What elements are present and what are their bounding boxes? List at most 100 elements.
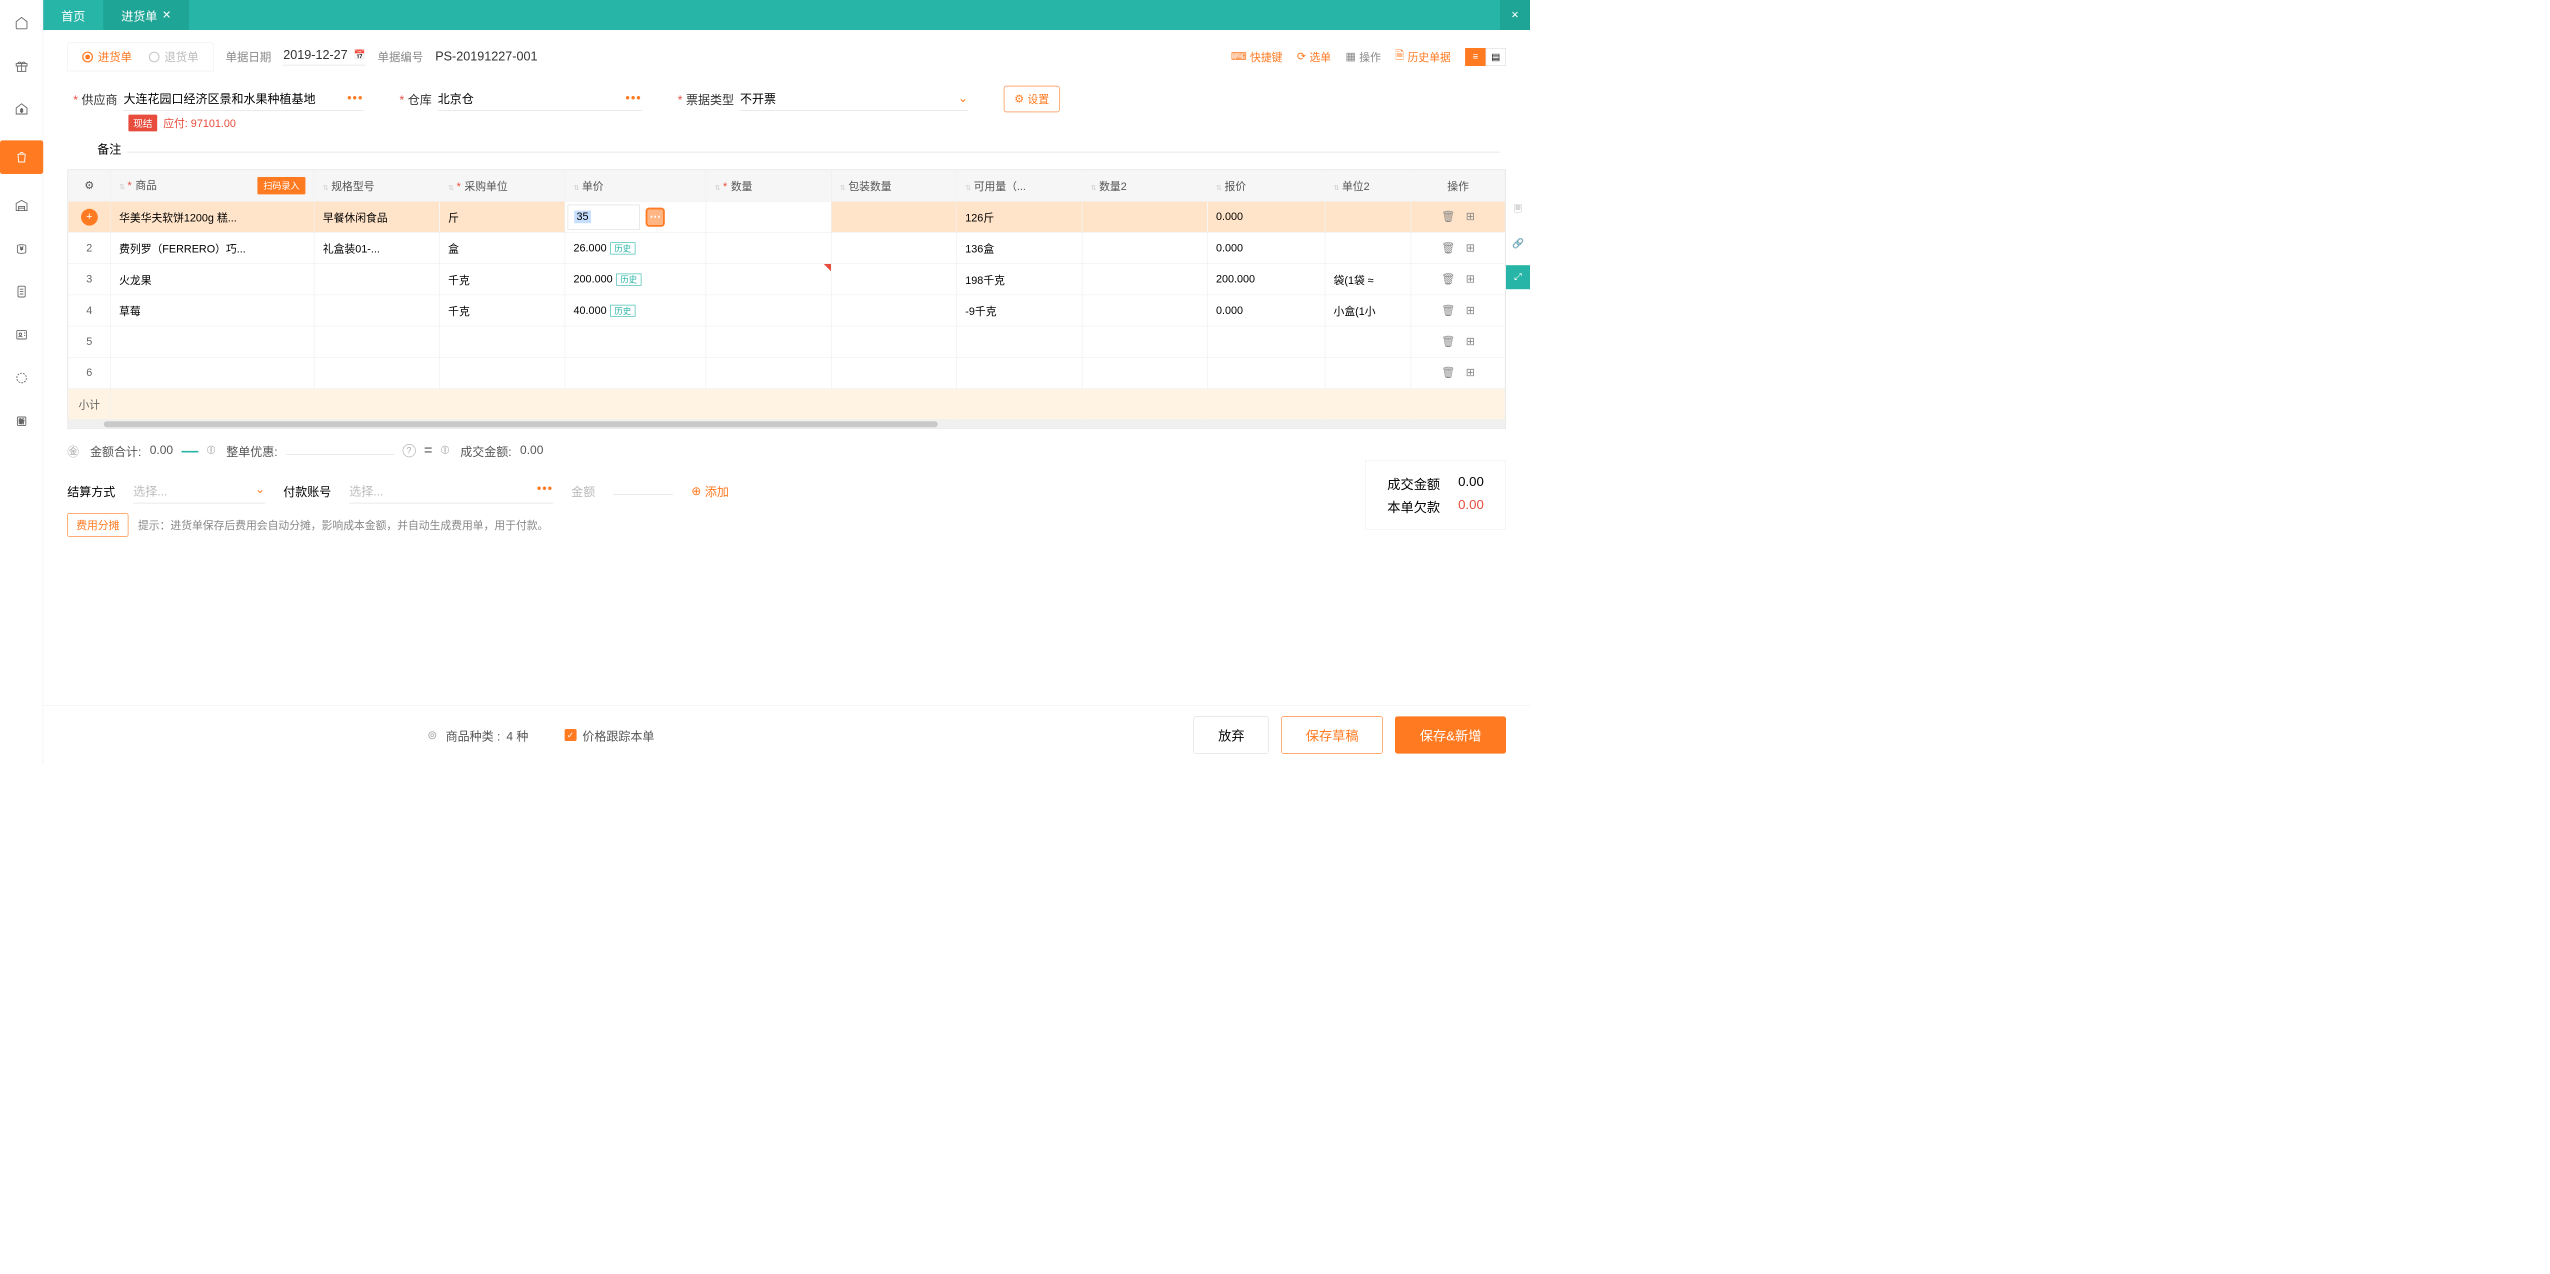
rail-note-icon[interactable]: 🗏 bbox=[1506, 198, 1530, 222]
cell-product[interactable] bbox=[110, 326, 314, 357]
close-icon[interactable]: ✕ bbox=[162, 9, 171, 22]
cell-avail[interactable] bbox=[957, 357, 1082, 388]
view-list-icon[interactable]: ≡ bbox=[1465, 48, 1485, 66]
cell-quote[interactable]: 200.000 bbox=[1207, 264, 1325, 295]
col-pack[interactable]: ⇅包装数量 bbox=[831, 170, 956, 201]
cell-spec[interactable]: 早餐休闲食品 bbox=[314, 201, 439, 232]
cell-pack[interactable] bbox=[831, 233, 956, 264]
allocation-button[interactable]: 费用分摊 bbox=[67, 513, 128, 537]
col-qty[interactable]: ⇅*数量 bbox=[706, 170, 831, 201]
gear-icon[interactable]: ⚙ bbox=[68, 170, 110, 201]
cell-avail[interactable]: 198千克 bbox=[957, 264, 1082, 295]
price-more-button[interactable]: ⋯ bbox=[646, 207, 665, 226]
cell-unit[interactable]: 千克 bbox=[439, 295, 564, 326]
note-input[interactable] bbox=[127, 145, 1500, 153]
select-order-button[interactable]: ⟳选单 bbox=[1297, 49, 1331, 65]
cell-price[interactable] bbox=[565, 326, 706, 357]
shortcut-button[interactable]: ⌨快捷键 bbox=[1231, 49, 1283, 65]
delete-row-icon[interactable]: 🗑 bbox=[1441, 211, 1455, 224]
invoice-select[interactable]: 不开票 ⌄ bbox=[740, 86, 968, 111]
cell-product[interactable]: 火龙果 bbox=[110, 264, 314, 295]
table-row[interactable]: 6 🗑⊞ bbox=[68, 357, 1505, 388]
radio-purchase[interactable]: 进货单 bbox=[82, 49, 132, 65]
cell-product[interactable]: 华美华夫软饼1200g 糕... bbox=[110, 201, 314, 232]
cell-price[interactable]: 40.000历史 bbox=[565, 295, 706, 326]
nav-warehouse-icon[interactable] bbox=[9, 193, 33, 217]
help-icon[interactable]: ? bbox=[402, 444, 415, 457]
cell-spec[interactable] bbox=[314, 295, 439, 326]
cell-quote[interactable]: 0.000 bbox=[1207, 233, 1325, 264]
pay-account-select[interactable]: 选择...••• bbox=[349, 478, 553, 503]
copy-row-icon[interactable]: ⊞ bbox=[1466, 273, 1475, 286]
cell-pack[interactable] bbox=[831, 201, 956, 232]
scan-button[interactable]: 扫码录入 bbox=[257, 177, 305, 194]
cell-avail[interactable]: 126斤 bbox=[957, 201, 1082, 232]
col-product[interactable]: ⇅*商品扫码录入 bbox=[110, 170, 314, 201]
nav-finance-icon[interactable]: ¥ bbox=[9, 236, 33, 260]
save-draft-button[interactable]: 保存草稿 bbox=[1281, 716, 1383, 753]
nav-gift-icon[interactable] bbox=[9, 54, 33, 78]
calendar-icon[interactable]: 📅 bbox=[354, 49, 366, 61]
table-row[interactable]: 2 费列罗（FERRERO）巧... 礼盒装01-... 盒 26.000历史 … bbox=[68, 233, 1505, 264]
nav-contact-icon[interactable] bbox=[9, 323, 33, 347]
copy-row-icon[interactable]: ⊞ bbox=[1466, 304, 1475, 317]
cell-qty2[interactable] bbox=[1082, 264, 1207, 295]
cell-quote[interactable] bbox=[1207, 357, 1325, 388]
cell-quote[interactable]: 0.000 bbox=[1207, 295, 1325, 326]
cell-pack[interactable] bbox=[831, 264, 956, 295]
radio-return[interactable]: 退货单 bbox=[149, 49, 199, 65]
delete-row-icon[interactable]: 🗑 bbox=[1441, 273, 1455, 286]
cell-avail[interactable] bbox=[957, 326, 1082, 357]
nav-report-icon[interactable] bbox=[9, 280, 33, 304]
cell-unit2[interactable] bbox=[1325, 357, 1411, 388]
cell-unit2[interactable] bbox=[1325, 233, 1411, 264]
tab-home[interactable]: 首页 bbox=[43, 0, 103, 30]
supplier-input[interactable]: 大连花园口经济区景和水果种植基地 ••• bbox=[123, 86, 363, 111]
chevron-down-icon[interactable]: ⌄ bbox=[958, 91, 968, 106]
cell-qty[interactable] bbox=[706, 264, 831, 295]
cell-price[interactable]: 35⋯ bbox=[565, 201, 706, 232]
table-row[interactable]: + 华美华夫软饼1200g 糕... 早餐休闲食品 斤 35⋯ 126斤 0.0… bbox=[68, 201, 1505, 232]
cell-pack[interactable] bbox=[831, 295, 956, 326]
history-button[interactable]: 🗎历史单据 bbox=[1395, 48, 1450, 66]
horizontal-scrollbar[interactable] bbox=[68, 420, 1506, 428]
delete-row-icon[interactable]: 🗑 bbox=[1441, 242, 1455, 255]
cell-qty2[interactable] bbox=[1082, 357, 1207, 388]
col-quote[interactable]: ⇅报价 bbox=[1207, 170, 1325, 201]
cell-spec[interactable] bbox=[314, 326, 439, 357]
cell-qty[interactable] bbox=[706, 201, 831, 232]
col-unit[interactable]: ⇅*采购单位 bbox=[439, 170, 564, 201]
cell-qty2[interactable] bbox=[1082, 326, 1207, 357]
copy-row-icon[interactable]: ⊞ bbox=[1466, 367, 1475, 380]
cell-unit2[interactable]: 小盒(1小 bbox=[1325, 295, 1411, 326]
nav-sale-icon[interactable]: $ bbox=[9, 97, 33, 121]
cell-qty2[interactable] bbox=[1082, 233, 1207, 264]
cell-unit[interactable]: 盒 bbox=[439, 233, 564, 264]
cell-product[interactable]: 费列罗（FERRERO）巧... bbox=[110, 233, 314, 264]
cell-unit[interactable] bbox=[439, 326, 564, 357]
col-unit2[interactable]: ⇅单位2 bbox=[1325, 170, 1411, 201]
cell-product[interactable] bbox=[110, 357, 314, 388]
table-row[interactable]: 3 火龙果 千克 200.000历史 198千克 200.000 袋(1袋 ≈ … bbox=[68, 264, 1505, 295]
cell-unit2[interactable] bbox=[1325, 201, 1411, 232]
pay-method-select[interactable]: 选择...⌄ bbox=[133, 478, 265, 503]
cell-price[interactable] bbox=[565, 357, 706, 388]
cell-quote[interactable] bbox=[1207, 326, 1325, 357]
tabs-close-all[interactable]: ✕ bbox=[1500, 0, 1530, 30]
history-tag[interactable]: 历史 bbox=[610, 305, 635, 317]
delete-row-icon[interactable]: 🗑 bbox=[1441, 335, 1455, 348]
delete-row-icon[interactable]: 🗑 bbox=[1441, 367, 1455, 380]
cell-product[interactable]: 草莓 bbox=[110, 295, 314, 326]
cell-qty[interactable] bbox=[706, 357, 831, 388]
col-avail[interactable]: ⇅可用量（... bbox=[957, 170, 1082, 201]
settings-button[interactable]: ⚙设置 bbox=[1004, 86, 1059, 112]
cell-qty[interactable] bbox=[706, 233, 831, 264]
cell-spec[interactable] bbox=[314, 357, 439, 388]
cell-unit[interactable]: 千克 bbox=[439, 264, 564, 295]
copy-row-icon[interactable]: ⊞ bbox=[1466, 242, 1475, 255]
tab-purchase[interactable]: 进货单 ✕ bbox=[103, 0, 189, 30]
copy-row-icon[interactable]: ⊞ bbox=[1466, 211, 1475, 224]
delete-row-icon[interactable]: 🗑 bbox=[1441, 304, 1455, 317]
cell-price[interactable]: 26.000历史 bbox=[565, 233, 706, 264]
col-spec[interactable]: ⇅规格型号 bbox=[314, 170, 439, 201]
